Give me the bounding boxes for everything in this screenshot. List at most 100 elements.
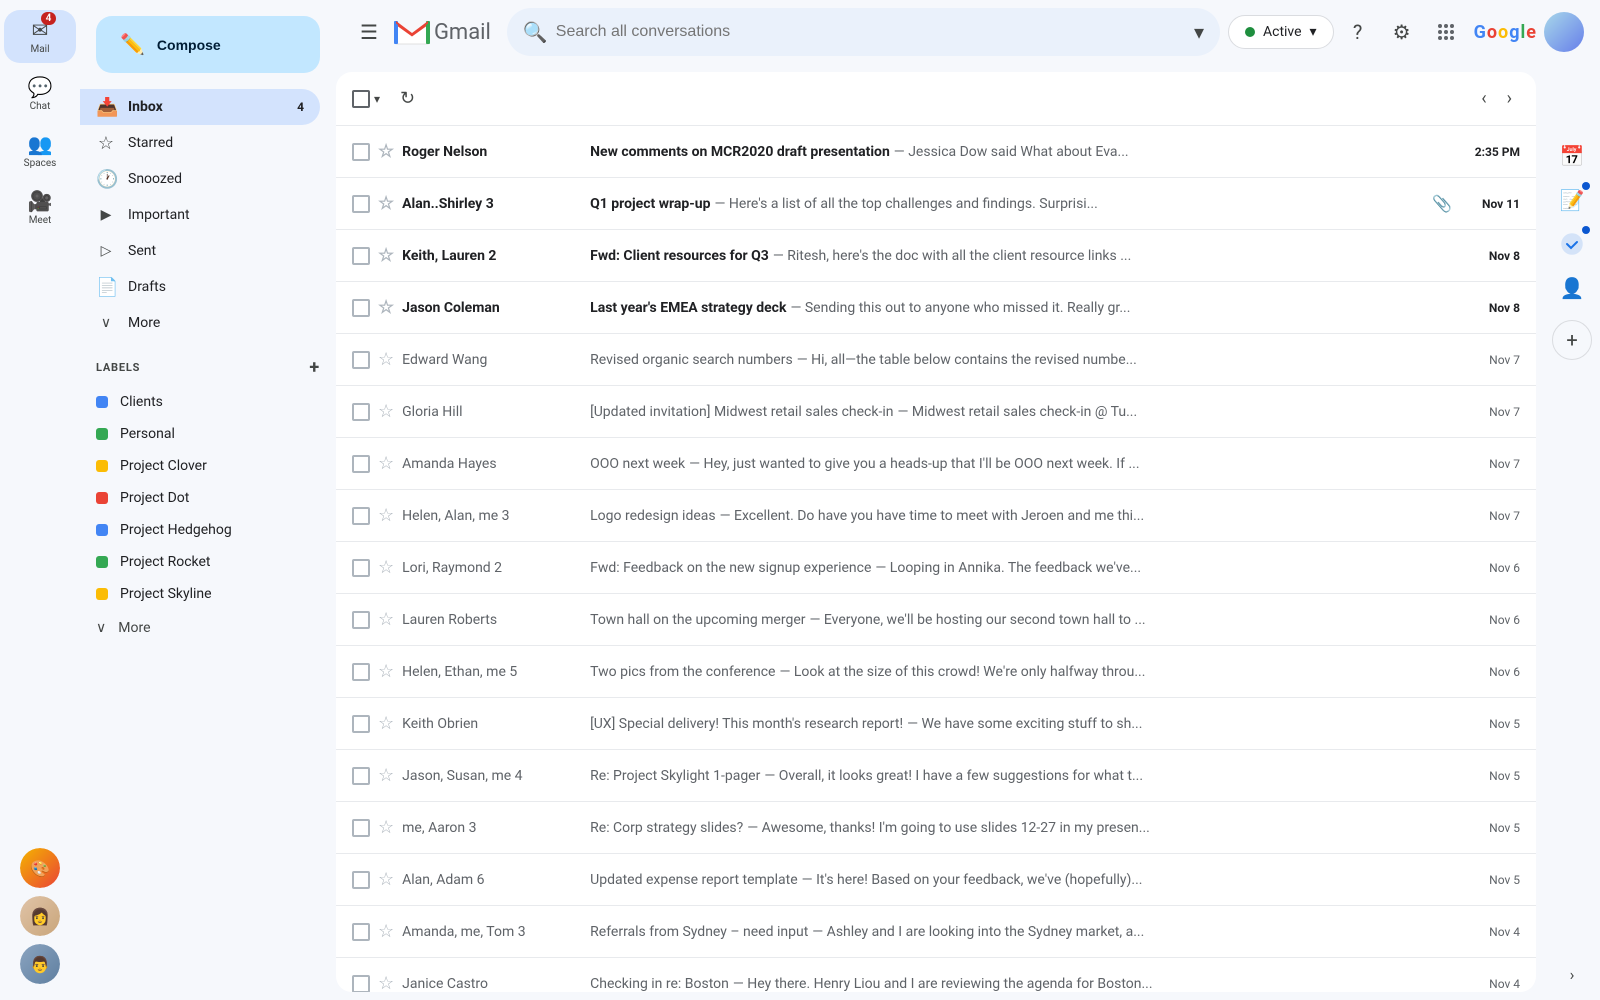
nav-item-inbox[interactable]: 📥 Inbox 4	[80, 89, 320, 125]
notes-panel-icon[interactable]: 📝	[1552, 180, 1592, 220]
search-input[interactable]	[556, 23, 1186, 41]
avatar-user3[interactable]: 👨	[20, 944, 60, 984]
compose-icon: ✏️	[120, 32, 145, 57]
star-icon[interactable]: ☆	[378, 141, 394, 162]
star-icon[interactable]: ☆	[378, 869, 394, 890]
labels-more-item[interactable]: ∨ More	[80, 610, 336, 646]
contacts-panel-icon[interactable]: 👤	[1552, 268, 1592, 308]
email-checkbox[interactable]	[352, 767, 370, 785]
email-checkbox[interactable]	[352, 195, 370, 213]
nav-item-starred[interactable]: ☆ Starred	[80, 125, 320, 161]
select-dropdown-icon[interactable]: ▾	[374, 92, 380, 106]
star-icon[interactable]: ☆	[378, 349, 394, 370]
email-row[interactable]: ☆ Helen, Ethan, me 5 Two pics from the c…	[336, 646, 1536, 698]
search-dropdown-icon[interactable]: ▾	[1194, 20, 1204, 44]
email-row[interactable]: ☆ Alan, Adam 6 Updated expense report te…	[336, 854, 1536, 906]
email-checkbox[interactable]	[352, 455, 370, 473]
email-row[interactable]: ☆ Jason Coleman Last year's EMEA strateg…	[336, 282, 1536, 334]
refresh-button[interactable]: ↻	[392, 80, 423, 117]
tasks-panel-icon[interactable]	[1552, 224, 1592, 264]
label-item-personal[interactable]: Personal	[80, 418, 320, 450]
avatar-user1[interactable]: 🎨	[20, 848, 60, 888]
star-icon[interactable]: ☆	[378, 297, 394, 318]
star-icon[interactable]: ☆	[378, 505, 394, 526]
email-row[interactable]: ☆ Roger Nelson New comments on MCR2020 d…	[336, 126, 1536, 178]
profile-avatar[interactable]	[1544, 12, 1584, 52]
sidebar-item-mail[interactable]: ✉ 4 Mail	[4, 10, 76, 63]
label-item-clients[interactable]: Clients	[80, 386, 320, 418]
add-label-button[interactable]: +	[309, 357, 320, 378]
email-row[interactable]: ☆ Lauren Roberts Town hall on the upcomi…	[336, 594, 1536, 646]
prev-page-button[interactable]: ‹	[1473, 80, 1494, 117]
email-row[interactable]: ☆ Gloria Hill [Updated invitation] Midwe…	[336, 386, 1536, 438]
label-item-project-skyline[interactable]: Project Skyline	[80, 578, 320, 610]
search-bar[interactable]: 🔍 ▾	[507, 8, 1220, 56]
calendar-panel-icon[interactable]: 📅	[1552, 136, 1592, 176]
active-label: Active	[1263, 24, 1302, 40]
email-checkbox[interactable]	[352, 975, 370, 993]
star-icon[interactable]: ☆	[378, 973, 394, 992]
hamburger-button[interactable]: ☰	[352, 12, 386, 52]
nav-item-important[interactable]: ▶ Important	[80, 197, 320, 233]
star-icon[interactable]: ☆	[378, 193, 394, 214]
add-panel-button[interactable]: +	[1552, 320, 1592, 360]
email-checkbox[interactable]	[352, 559, 370, 577]
star-icon[interactable]: ☆	[378, 245, 394, 266]
star-icon[interactable]: ☆	[378, 453, 394, 474]
star-icon[interactable]: ☆	[378, 713, 394, 734]
email-row[interactable]: ☆ Edward Wang Revised organic search num…	[336, 334, 1536, 386]
star-icon[interactable]: ☆	[378, 401, 394, 422]
email-row[interactable]: ☆ Alan..Shirley 3 Q1 project wrap-up — H…	[336, 178, 1536, 230]
email-row[interactable]: ☆ Keith, Lauren 2 Fwd: Client resources …	[336, 230, 1536, 282]
email-checkbox[interactable]	[352, 871, 370, 889]
email-checkbox[interactable]	[352, 403, 370, 421]
star-icon[interactable]: ☆	[378, 765, 394, 786]
star-icon[interactable]: ☆	[378, 921, 394, 942]
email-row[interactable]: ☆ Janice Castro Checking in re: Boston —…	[336, 958, 1536, 992]
nav-item-more[interactable]: ∨ More	[80, 305, 320, 341]
email-row[interactable]: ☆ me, Aaron 3 Re: Corp strategy slides? …	[336, 802, 1536, 854]
label-item-project-rocket[interactable]: Project Rocket	[80, 546, 320, 578]
sidebar-item-meet[interactable]: 🎥 Meet	[4, 181, 76, 234]
nav-item-sent[interactable]: ▷ Sent	[80, 233, 320, 269]
gmail-logo: Gmail	[394, 19, 491, 46]
email-checkbox[interactable]	[352, 351, 370, 369]
sidebar-item-spaces[interactable]: 👥 Spaces	[4, 124, 76, 177]
email-checkbox[interactable]	[352, 819, 370, 837]
email-checkbox[interactable]	[352, 299, 370, 317]
tasks-badge	[1582, 226, 1590, 234]
select-all-checkbox[interactable]	[352, 90, 370, 108]
star-icon[interactable]: ☆	[378, 557, 394, 578]
star-icon[interactable]: ☆	[378, 817, 394, 838]
email-row[interactable]: ☆ Amanda, me, Tom 3 Referrals from Sydne…	[336, 906, 1536, 958]
label-item-project-hedgehog[interactable]: Project Hedgehog	[80, 514, 320, 546]
star-icon[interactable]: ☆	[378, 661, 394, 682]
email-checkbox[interactable]	[352, 247, 370, 265]
email-row[interactable]: ☆ Jason, Susan, me 4 Re: Project Skyligh…	[336, 750, 1536, 802]
email-row[interactable]: ☆ Helen, Alan, me 3 Logo redesign ideas …	[336, 490, 1536, 542]
email-checkbox[interactable]	[352, 923, 370, 941]
email-checkbox[interactable]	[352, 611, 370, 629]
email-checkbox[interactable]	[352, 663, 370, 681]
labels-more-chevron-icon: ∨	[96, 620, 106, 636]
compose-button[interactable]: ✏️ Compose	[96, 16, 320, 73]
sidebar-item-chat[interactable]: 💬 Chat	[4, 67, 76, 120]
email-checkbox[interactable]	[352, 715, 370, 733]
settings-button[interactable]: ⚙	[1382, 12, 1422, 52]
label-item-project-dot[interactable]: Project Dot	[80, 482, 320, 514]
help-button[interactable]: ?	[1338, 12, 1378, 52]
nav-item-snoozed[interactable]: 🕐 Snoozed	[80, 161, 320, 197]
label-item-project-clover[interactable]: Project Clover	[80, 450, 320, 482]
email-checkbox[interactable]	[352, 507, 370, 525]
email-row[interactable]: ☆ Amanda Hayes OOO next week — Hey, just…	[336, 438, 1536, 490]
star-icon[interactable]: ☆	[378, 609, 394, 630]
next-page-button[interactable]: ›	[1499, 80, 1520, 117]
email-checkbox[interactable]	[352, 143, 370, 161]
avatar-user2[interactable]: 👩	[20, 896, 60, 936]
nav-item-drafts[interactable]: 📄 Drafts	[80, 269, 320, 305]
email-row[interactable]: ☆ Lori, Raymond 2 Fwd: Feedback on the n…	[336, 542, 1536, 594]
panel-expand-icon[interactable]: ›	[1570, 965, 1575, 984]
apps-button[interactable]	[1426, 12, 1466, 52]
email-row[interactable]: ☆ Keith Obrien [UX] Special delivery! Th…	[336, 698, 1536, 750]
active-status-button[interactable]: Active ▾	[1228, 15, 1334, 49]
